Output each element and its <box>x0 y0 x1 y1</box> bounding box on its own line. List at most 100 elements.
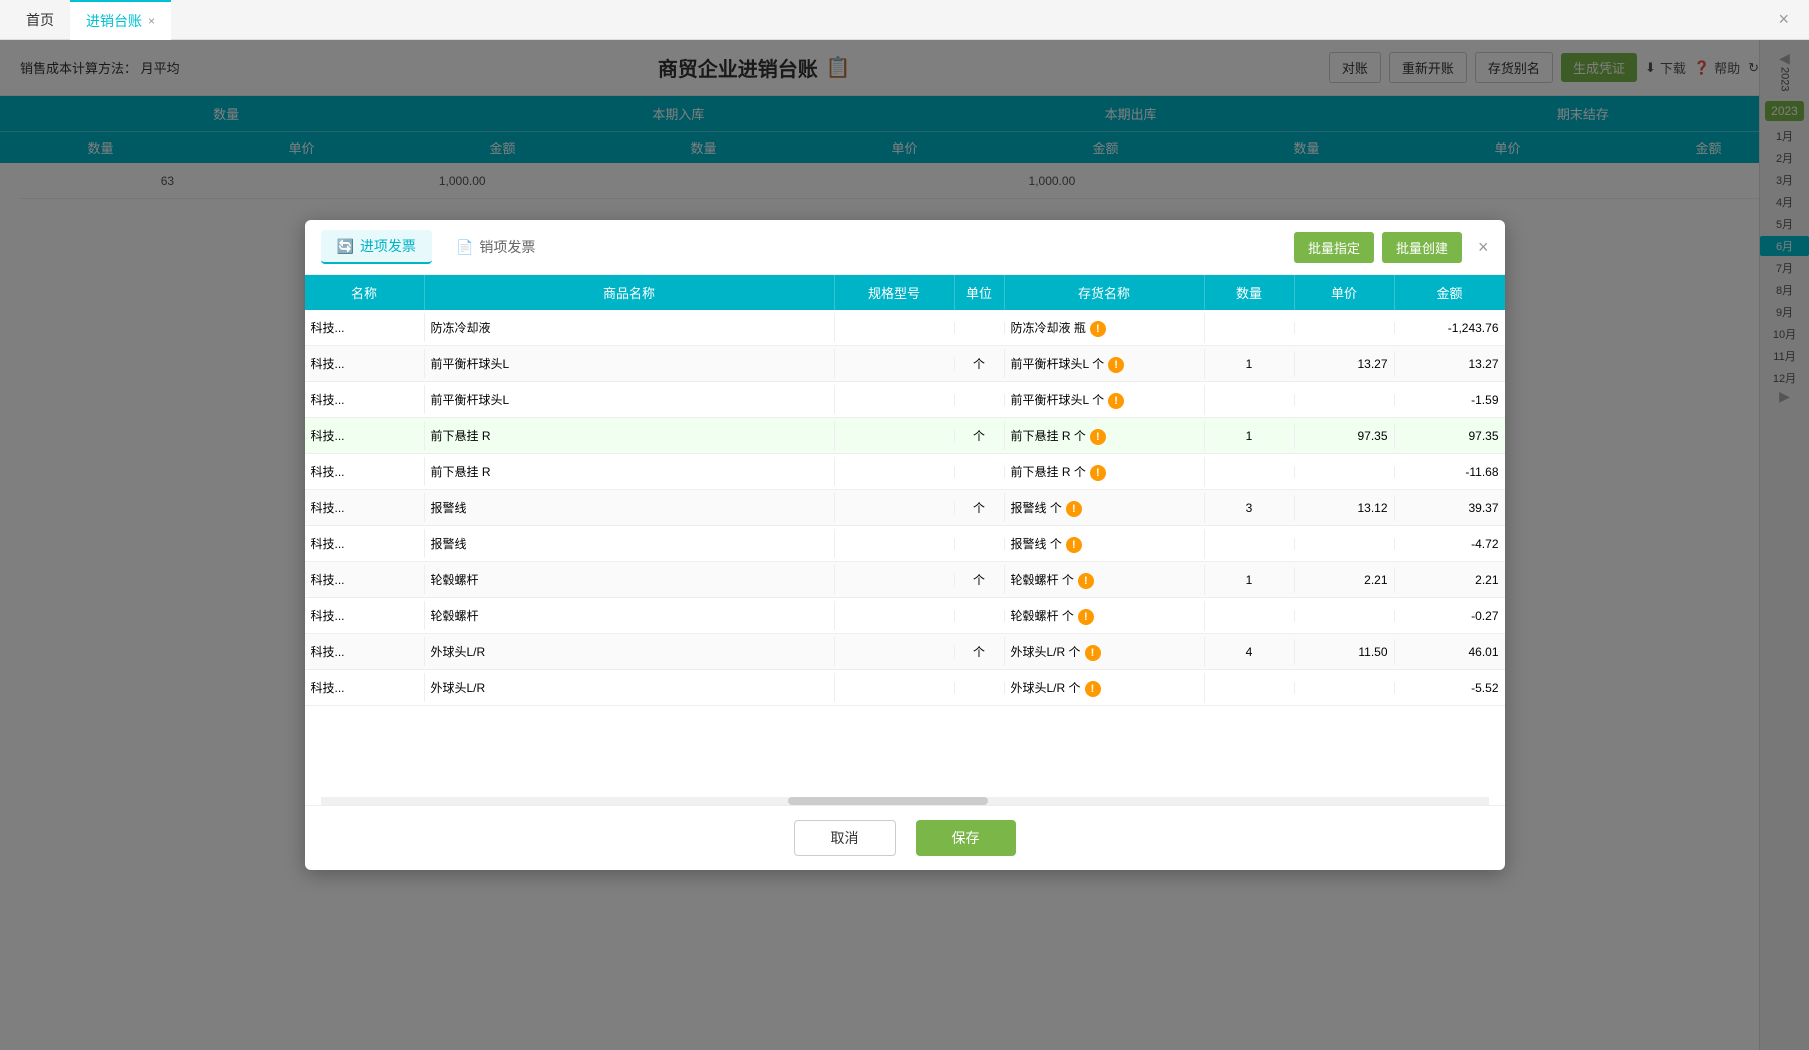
table-cell: -1,243.76 <box>1395 315 1505 341</box>
table-cell: 外球头L/R <box>425 673 835 702</box>
table-cell: 前平衡杆球头L <box>425 385 835 414</box>
table-cell: 科技... <box>305 493 425 522</box>
warning-icon[interactable]: ! <box>1090 429 1106 445</box>
save-button[interactable]: 保存 <box>916 820 1016 856</box>
table-cell: 个 <box>955 565 1005 594</box>
table-cell: 前平衡杆球头L 个! <box>1005 349 1205 379</box>
table-cell: 报警线 个! <box>1005 493 1205 523</box>
table-cell <box>955 466 1005 478</box>
tab-close-icon[interactable]: × <box>148 1 155 41</box>
table-cell: 科技... <box>305 349 425 378</box>
table-row: 科技...前下悬挂 R 前下悬挂 R 个! -11.68 <box>305 454 1505 490</box>
table-cell <box>1205 394 1295 406</box>
table-cell <box>835 394 955 406</box>
table-cell: 1 <box>1205 423 1295 449</box>
warning-icon[interactable]: ! <box>1090 321 1106 337</box>
invoice-dialog: 🔄 进项发票 📄 销项发票 批量指定 批量创建 × 名称 商品名称 规格型号 单… <box>305 220 1505 870</box>
warning-icon[interactable]: ! <box>1090 465 1106 481</box>
warning-icon[interactable]: ! <box>1085 645 1101 661</box>
cancel-button[interactable]: 取消 <box>794 820 896 856</box>
table-cell: 97.35 <box>1395 423 1505 449</box>
table-cell: 报警线 个! <box>1005 529 1205 559</box>
warning-icon[interactable]: ! <box>1108 393 1124 409</box>
table-row: 科技...前平衡杆球头L前平衡杆球头L 个!-1.59 <box>305 382 1505 418</box>
table-cell: 科技... <box>305 457 425 486</box>
top-bar: 首页 进销台账 × × <box>0 0 1809 40</box>
table-cell: 轮毂螺杆 个! <box>1005 565 1205 595</box>
table-cell: 13.12 <box>1295 495 1395 521</box>
table-cell: 前平衡杆球头L 个! <box>1005 385 1205 415</box>
batch-create-button[interactable]: 批量创建 <box>1382 232 1462 263</box>
warning-icon[interactable]: ! <box>1066 501 1082 517</box>
dialog-header: 🔄 进项发票 📄 销项发票 批量指定 批量创建 × <box>305 220 1505 275</box>
table-cell: 外球头L/R <box>425 637 835 666</box>
outbound-invoice-icon: 📄 <box>456 239 473 256</box>
table-row: 科技...报警线报警线 个!-4.72 <box>305 526 1505 562</box>
table-cell <box>1295 682 1395 694</box>
table-cell: -11.68 <box>1395 459 1505 485</box>
table-cell <box>835 430 955 442</box>
warning-icon[interactable]: ! <box>1078 573 1094 589</box>
warning-icon[interactable]: ! <box>1085 681 1101 697</box>
table-cell: 4 <box>1205 639 1295 665</box>
table-cell: 前下悬挂 R 个! <box>1005 421 1205 451</box>
table-cell: 轮毂螺杆 个! <box>1005 601 1205 631</box>
table-cell: -0.27 <box>1395 603 1505 629</box>
table-cell <box>835 682 955 694</box>
table-row: 科技...防冻冷却液防冻冷却液 瓶!-1,243.76 <box>305 310 1505 346</box>
table-cell <box>835 538 955 550</box>
dialog-scrollbar-thumb[interactable] <box>788 797 988 805</box>
table-cell: 1 <box>1205 567 1295 593</box>
warning-icon[interactable]: ! <box>1108 357 1124 373</box>
table-row: 科技...轮毂螺杆轮毂螺杆 个!-0.27 <box>305 598 1505 634</box>
table-cell: 前下悬挂 R 个! <box>1005 457 1205 487</box>
table-cell: 个 <box>955 349 1005 378</box>
table-row: 科技...轮毂螺杆个轮毂螺杆 个!12.212.21 <box>305 562 1505 598</box>
table-cell <box>955 538 1005 550</box>
table-cell: 科技... <box>305 421 425 450</box>
table-cell <box>835 502 955 514</box>
dth-name: 名称 <box>305 275 425 310</box>
table-cell: 科技... <box>305 637 425 666</box>
tab-home[interactable]: 首页 <box>10 0 70 40</box>
table-row: 科技...前平衡杆球头L个前平衡杆球头L 个!113.2713.27 <box>305 346 1505 382</box>
table-cell: 个 <box>955 637 1005 666</box>
outbound-invoice-label: 销项发票 <box>479 237 535 257</box>
table-cell: 个 <box>955 421 1005 450</box>
table-cell <box>1295 322 1395 334</box>
table-cell <box>955 610 1005 622</box>
table-cell: 科技... <box>305 385 425 414</box>
tab-inbound-invoice[interactable]: 🔄 进项发票 <box>321 230 432 264</box>
dialog-horizontal-scrollbar[interactable] <box>321 797 1489 805</box>
table-cell: 外球头L/R 个! <box>1005 637 1205 667</box>
table-row: 科技...外球头L/R个外球头L/R 个!411.5046.01 <box>305 634 1505 670</box>
table-cell <box>1205 610 1295 622</box>
table-cell: 前下悬挂 R <box>425 457 835 486</box>
table-cell <box>1295 466 1395 478</box>
table-cell: 个 <box>955 493 1005 522</box>
table-cell <box>835 610 955 622</box>
warning-icon[interactable]: ! <box>1066 537 1082 553</box>
table-cell <box>1295 610 1395 622</box>
dialog-table: 名称 商品名称 规格型号 单位 存货名称 数量 单价 金额 科技...防冻冷却液… <box>305 275 1505 797</box>
tab-outbound-invoice[interactable]: 📄 销项发票 <box>440 231 551 263</box>
table-cell: 39.37 <box>1395 495 1505 521</box>
table-cell: 3 <box>1205 495 1295 521</box>
table-cell: -5.52 <box>1395 675 1505 701</box>
table-cell: -4.72 <box>1395 531 1505 557</box>
table-row: 科技...前下悬挂 R个前下悬挂 R 个!197.3597.35 <box>305 418 1505 454</box>
table-cell <box>835 322 955 334</box>
tab-active[interactable]: 进销台账 × <box>70 0 171 40</box>
table-cell <box>955 682 1005 694</box>
table-cell: 2.21 <box>1295 567 1395 593</box>
table-cell: 报警线 <box>425 529 835 558</box>
table-cell: 1 <box>1205 351 1295 377</box>
table-cell <box>1205 466 1295 478</box>
warning-icon[interactable]: ! <box>1078 609 1094 625</box>
table-cell: 13.27 <box>1395 351 1505 377</box>
table-cell: 13.27 <box>1295 351 1395 377</box>
dialog-close-icon[interactable]: × <box>1478 237 1489 258</box>
window-close-icon[interactable]: × <box>1768 9 1799 30</box>
batch-assign-button[interactable]: 批量指定 <box>1294 232 1374 263</box>
table-cell: 11.50 <box>1295 639 1395 665</box>
